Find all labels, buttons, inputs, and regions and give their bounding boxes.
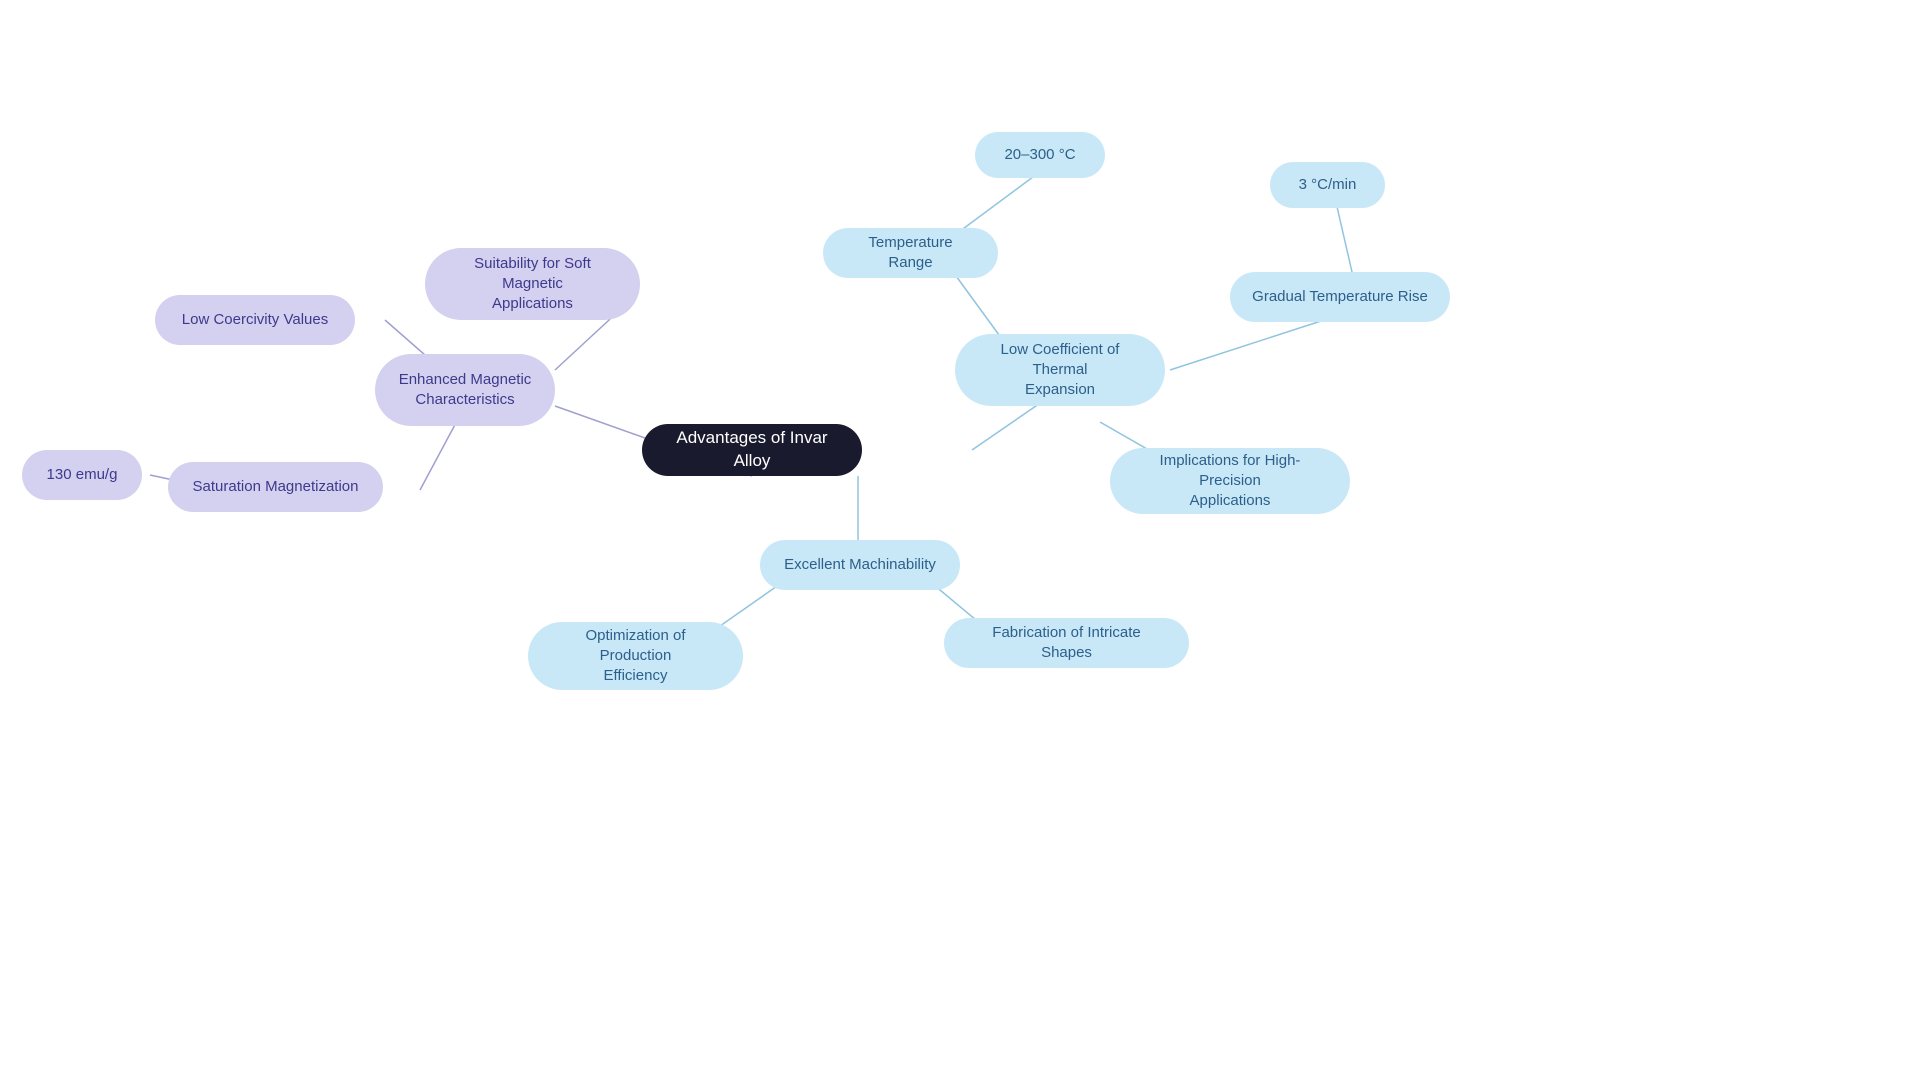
suitability-label: Suitability for Soft MagneticApplication… <box>447 254 618 315</box>
rate-3-node: 3 °C/min <box>1270 162 1385 208</box>
fabrication-label: Fabrication of Intricate Shapes <box>966 623 1167 664</box>
fabrication-node: Fabrication of Intricate Shapes <box>944 618 1189 668</box>
saturation-node: Saturation Magnetization <box>168 462 383 512</box>
excellent-mach-label: Excellent Machinability <box>784 555 936 575</box>
low-coercivity-label: Low Coercivity Values <box>182 310 328 330</box>
excellent-mach-node: Excellent Machinability <box>760 540 960 590</box>
gradual-temp-label: Gradual Temperature Rise <box>1252 287 1428 307</box>
temp-range-label: Temperature Range <box>845 233 976 274</box>
optimization-node: Optimization of ProductionEfficiency <box>528 622 743 690</box>
emu-label: 130 emu/g <box>47 465 118 485</box>
optimization-label: Optimization of ProductionEfficiency <box>550 626 721 687</box>
rate-3-label: 3 °C/min <box>1299 175 1357 195</box>
enhanced-magnetic-node: Enhanced MagneticCharacteristics <box>375 354 555 426</box>
emu-node: 130 emu/g <box>22 450 142 500</box>
temp-20-300-node: 20–300 °C <box>975 132 1105 178</box>
temp-range-node: Temperature Range <box>823 228 998 278</box>
gradual-temp-node: Gradual Temperature Rise <box>1230 272 1450 322</box>
center-label: Advantages of Invar Alloy <box>664 427 840 473</box>
low-thermal-label: Low Coefficient of ThermalExpansion <box>977 340 1143 401</box>
implications-label: Implications for High-PrecisionApplicati… <box>1132 451 1328 512</box>
implications-node: Implications for High-PrecisionApplicati… <box>1110 448 1350 514</box>
low-coercivity-node: Low Coercivity Values <box>155 295 355 345</box>
saturation-label: Saturation Magnetization <box>193 477 359 497</box>
enhanced-magnetic-label: Enhanced MagneticCharacteristics <box>399 370 532 411</box>
suitability-node: Suitability for Soft MagneticApplication… <box>425 248 640 320</box>
temp-20-300-label: 20–300 °C <box>1004 145 1075 165</box>
center-node: Advantages of Invar Alloy <box>642 424 862 476</box>
low-thermal-node: Low Coefficient of ThermalExpansion <box>955 334 1165 406</box>
